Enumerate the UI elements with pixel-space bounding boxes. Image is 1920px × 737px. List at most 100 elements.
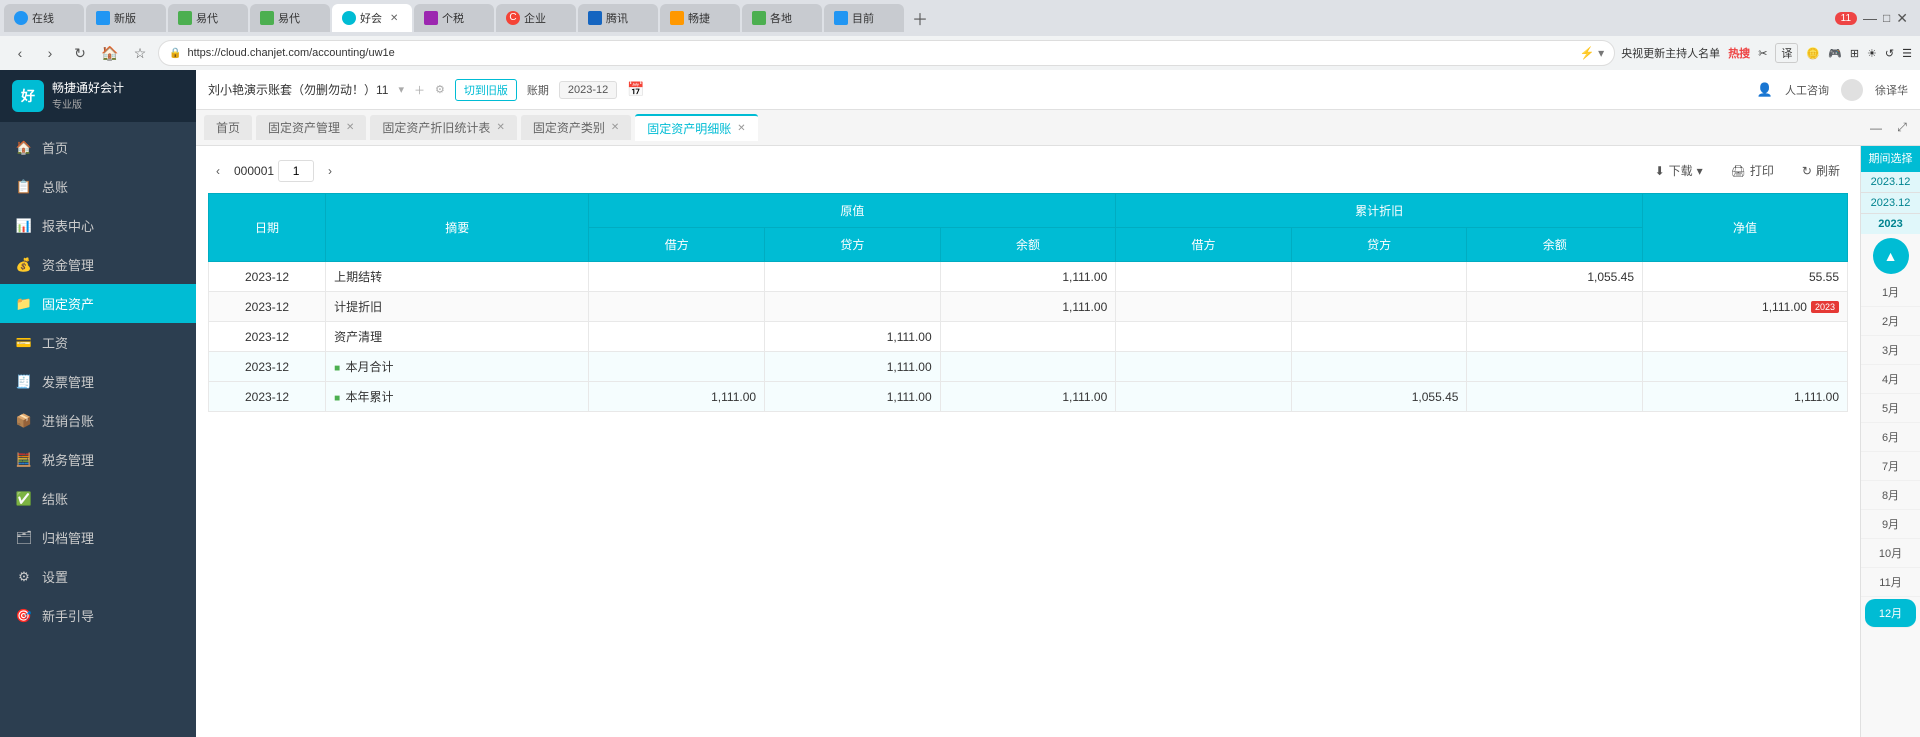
browser-tab-changjie[interactable]: 畅捷 xyxy=(660,4,740,32)
funds-icon: 💰 xyxy=(16,257,32,273)
year-label[interactable]: 2023 xyxy=(1861,214,1920,234)
browser-tab-enterprise[interactable]: C 企业 xyxy=(496,4,576,32)
browser-tab-muqian[interactable]: 目前 xyxy=(824,4,904,32)
period-value[interactable]: 2023-12 xyxy=(559,81,617,99)
reload-button[interactable]: ↻ xyxy=(68,41,92,65)
game-icon[interactable]: 🎮 xyxy=(1828,47,1842,60)
page-tab-depreciation-stats[interactable]: 固定资产折旧统计表 ✕ xyxy=(370,115,516,140)
maximize-pane-btn[interactable]: ⤢ xyxy=(1892,118,1912,138)
close-tab-depreciation-stats[interactable]: ✕ xyxy=(496,122,504,133)
period-panel-title: 期间选择 xyxy=(1861,146,1920,172)
period-month-9[interactable]: 9月 xyxy=(1861,510,1920,539)
th-dep-credit: 贷方 xyxy=(1291,228,1467,262)
period-selected-2[interactable]: 2023.12 xyxy=(1861,193,1920,214)
period-month-2[interactable]: 2月 xyxy=(1861,307,1920,336)
prev-page-btn[interactable]: ‹ xyxy=(208,161,228,181)
page-num-input[interactable] xyxy=(278,160,314,182)
menu-icon[interactable]: ☰ xyxy=(1902,47,1912,60)
period-month-1[interactable]: 1月 xyxy=(1861,278,1920,307)
bookmark-button[interactable]: ☆ xyxy=(128,41,152,65)
help-text[interactable]: 人工咨询 xyxy=(1785,82,1829,98)
user-name[interactable]: 徐译华 xyxy=(1875,82,1908,98)
row4-dep-balance xyxy=(1467,352,1643,382)
browser-tab-gedi[interactable]: 各地 xyxy=(742,4,822,32)
period-month-4[interactable]: 4月 xyxy=(1861,365,1920,394)
sidebar-item-guide[interactable]: 🎯 新手引导 xyxy=(0,596,196,635)
sidebar-item-purchase-sales[interactable]: 📦 进销台账 xyxy=(0,401,196,440)
minimize-pane-btn[interactable]: — xyxy=(1866,118,1886,138)
translate-icon[interactable]: 译 xyxy=(1775,43,1798,63)
new-tab-button[interactable]: ＋ xyxy=(906,4,934,32)
invoice-icon: 🧾 xyxy=(16,374,32,390)
period-month-5[interactable]: 5月 xyxy=(1861,394,1920,423)
window-close[interactable]: ✕ xyxy=(1896,10,1908,27)
tab-bar: 在线 新版 易代 易代 好会 ✕ 个税 C 企业 腾讯 xyxy=(0,0,1920,36)
period-selected-1[interactable]: 2023.12 xyxy=(1861,172,1920,193)
refresh-btn[interactable]: ↻ 刷新 xyxy=(1794,158,1848,183)
theme-icon[interactable]: ☀ xyxy=(1867,47,1877,60)
row3-net-value xyxy=(1643,322,1848,352)
sidebar-item-home[interactable]: 🏠 首页 xyxy=(0,128,196,167)
sidebar-item-fixed-assets[interactable]: 📁 固定资产 xyxy=(0,284,196,323)
yearly-sum-icon: ■ xyxy=(334,393,340,404)
sidebar-item-settings[interactable]: ⚙ 设置 xyxy=(0,557,196,596)
download-btn[interactable]: ⬇ 下载 ▾ xyxy=(1647,158,1711,183)
add-account-btn[interactable]: ＋ xyxy=(414,82,425,98)
sidebar-item-archive[interactable]: 🗂 归档管理 xyxy=(0,518,196,557)
sidebar-label-funds: 资金管理 xyxy=(42,255,94,274)
dropdown-arrow[interactable]: ▾ xyxy=(398,83,404,96)
browser-tab-online[interactable]: 在线 xyxy=(4,4,84,32)
window-minimize[interactable]: — xyxy=(1863,10,1877,26)
home-button[interactable]: 🏠 xyxy=(98,41,122,65)
back-button[interactable]: ‹ xyxy=(8,41,32,65)
page-tab-asset-detail[interactable]: 固定资产明细账 ✕ xyxy=(635,114,757,141)
browser-tab-new[interactable]: 新版 xyxy=(86,4,166,32)
sidebar-item-invoice[interactable]: 🧾 发票管理 xyxy=(0,362,196,401)
scissors-icon[interactable]: ✂ xyxy=(1758,47,1767,60)
sidebar-item-salary[interactable]: 💳 工资 xyxy=(0,323,196,362)
period-month-6[interactable]: 6月 xyxy=(1861,423,1920,452)
switch-to-old-btn[interactable]: 切到旧版 xyxy=(455,79,517,101)
page-tab-home[interactable]: 首页 xyxy=(204,115,252,140)
page-tab-asset-category[interactable]: 固定资产类别 ✕ xyxy=(521,115,631,140)
period-month-7[interactable]: 7月 xyxy=(1861,452,1920,481)
sidebar-item-close[interactable]: ✅ 结账 xyxy=(0,479,196,518)
sidebar-item-ledger[interactable]: 📋 总账 xyxy=(0,167,196,206)
close-tab-asset-detail[interactable]: ✕ xyxy=(737,123,745,134)
forward-button[interactable]: › xyxy=(38,41,62,65)
row3-orig-debit xyxy=(589,322,765,352)
coin-icon[interactable]: 🪙 xyxy=(1806,47,1820,60)
hot-search-label[interactable]: 热搜 xyxy=(1728,45,1750,61)
row1-dep-balance: 1,055.45 xyxy=(1467,262,1643,292)
browser-tab-geshui[interactable]: 个税 xyxy=(414,4,494,32)
window-maximize[interactable]: □ xyxy=(1883,11,1890,25)
period-month-11[interactable]: 11月 xyxy=(1861,568,1920,597)
sidebar-item-reports[interactable]: 📊 报表中心 xyxy=(0,206,196,245)
period-month-3[interactable]: 3月 xyxy=(1861,336,1920,365)
period-month-12[interactable]: 12月 xyxy=(1865,599,1916,628)
grid-icon[interactable]: ⊞ xyxy=(1850,47,1859,60)
settings-gear-btn[interactable]: ⚙ xyxy=(435,83,445,96)
close-tab-fixed-assets-mgmt[interactable]: ✕ xyxy=(346,122,354,133)
page-tab-fixed-assets-mgmt[interactable]: 固定资产管理 ✕ xyxy=(256,115,366,140)
undo-icon[interactable]: ↺ xyxy=(1885,47,1894,60)
sidebar-item-tax[interactable]: 🧮 税务管理 xyxy=(0,440,196,479)
browser-tab-yidai1[interactable]: 易代 xyxy=(168,4,248,32)
print-btn[interactable]: 🖨 打印 xyxy=(1723,158,1782,183)
table-row-yearly-total: 2023-12 ■ 本年累计 1,111.00 1,111.00 1,111.0… xyxy=(209,382,1848,412)
browser-tab-tencent[interactable]: 腾讯 xyxy=(578,4,658,32)
sidebar-item-funds[interactable]: 💰 资金管理 xyxy=(0,245,196,284)
period-month-10[interactable]: 10月 xyxy=(1861,539,1920,568)
next-page-btn[interactable]: › xyxy=(320,161,340,181)
close-tab-asset-category[interactable]: ✕ xyxy=(611,122,619,133)
row1-orig-credit xyxy=(765,262,941,292)
back-to-top-btn[interactable]: ▲ xyxy=(1873,238,1909,274)
th-orig-credit: 贷方 xyxy=(765,228,941,262)
browser-tab-haohui[interactable]: 好会 ✕ xyxy=(332,4,412,32)
address-box[interactable]: 🔒 https://cloud.chanjet.com/accounting/u… xyxy=(158,40,1615,66)
row3-dep-debit xyxy=(1116,322,1292,352)
calendar-icon[interactable]: 📅 xyxy=(627,81,644,98)
period-month-8[interactable]: 8月 xyxy=(1861,481,1920,510)
browser-tab-close[interactable]: ✕ xyxy=(390,13,398,24)
browser-tab-yidai2[interactable]: 易代 xyxy=(250,4,330,32)
